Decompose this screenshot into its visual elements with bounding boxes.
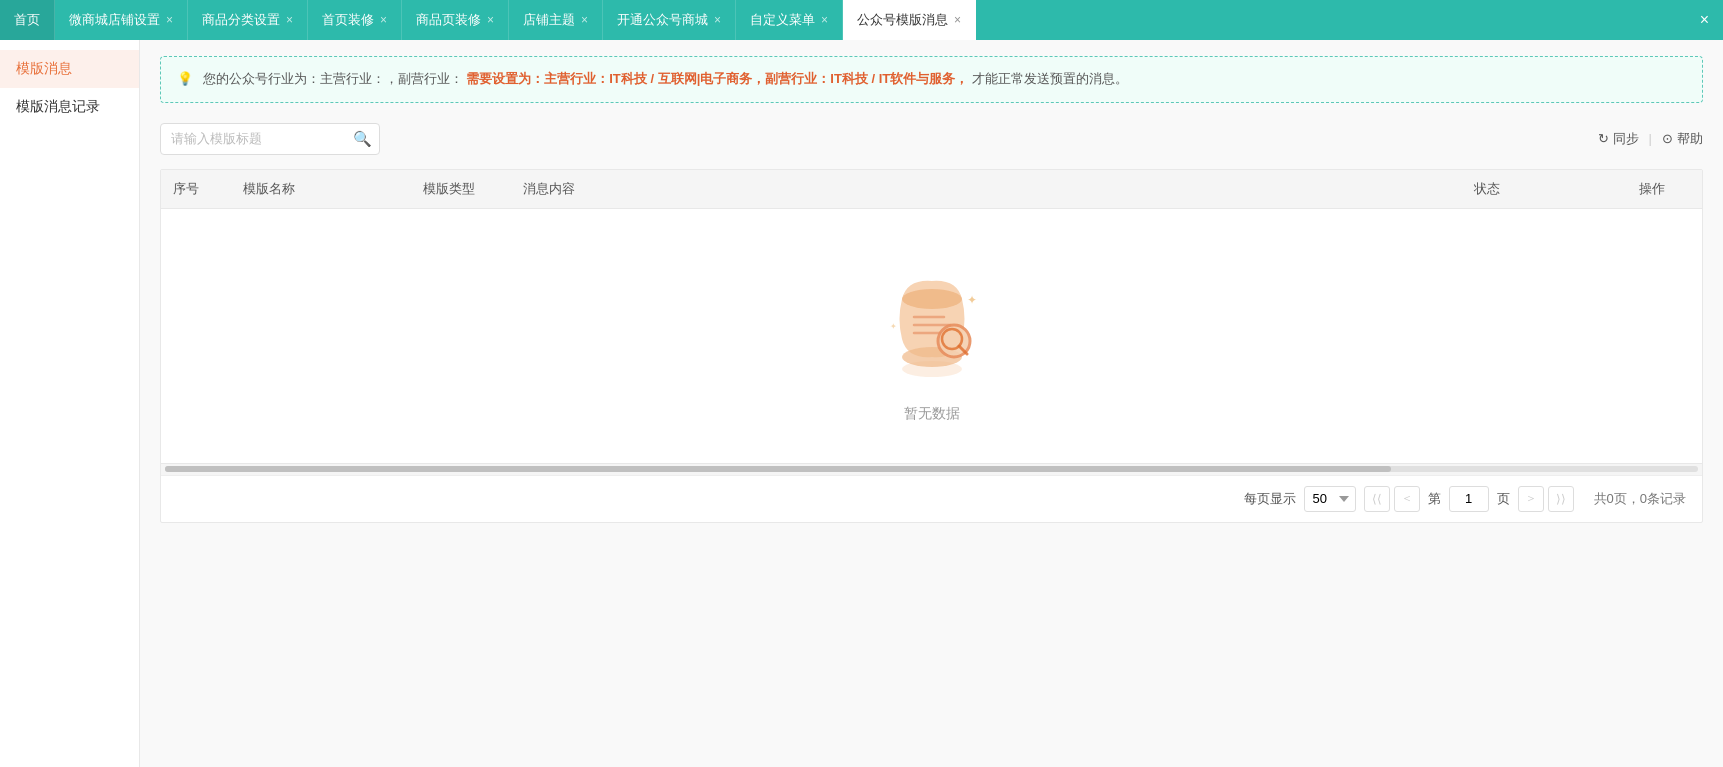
nav-home-decor[interactable]: 首页装修 × (308, 0, 402, 40)
info-banner-suffix: 才能正常发送预置的消息。 (972, 71, 1128, 86)
help-button[interactable]: ⊙ 帮助 (1662, 130, 1703, 148)
help-label: 帮助 (1677, 130, 1703, 148)
nav-shop-theme[interactable]: 店铺主题 × (509, 0, 603, 40)
nav-home-label: 首页 (14, 11, 40, 29)
search-bar: 🔍 ↻ 同步 | ⊙ 帮助 (160, 123, 1703, 155)
svg-text:✦: ✦ (890, 322, 897, 331)
info-banner-prefix: 您的公众号行业为：主营行业：，副营行业： (203, 71, 463, 86)
nav-product-decor-close[interactable]: × (487, 13, 494, 27)
nav-template-msg-close[interactable]: × (954, 13, 961, 27)
sidebar-item-template-msg-label: 模版消息 (16, 60, 72, 76)
sidebar-item-template-msg-record-label: 模版消息记录 (16, 98, 100, 114)
search-input[interactable] (160, 123, 380, 155)
search-button[interactable]: 🔍 (353, 130, 372, 148)
info-banner: 💡 您的公众号行业为：主营行业：，副营行业： 需要设置为：主营行业：IT科技 /… (160, 56, 1703, 103)
nav-open-mall-close[interactable]: × (714, 13, 721, 27)
scrollbar-track (165, 466, 1698, 472)
empty-state-icon: ✦ ✦ (872, 269, 992, 389)
nav-shop-settings-close[interactable]: × (166, 13, 173, 27)
empty-state: ✦ ✦ 暂无数据 (161, 209, 1702, 463)
th-action: 操作 (1602, 170, 1702, 208)
toolbar-right: ↻ 同步 | ⊙ 帮助 (1598, 130, 1703, 148)
nav-close-all-button[interactable]: × (1686, 0, 1723, 40)
page-size-dropdown[interactable]: 50 10 20 100 (1304, 486, 1356, 512)
total-info: 共0页，0条记录 (1594, 490, 1686, 508)
first-page-button[interactable]: ⟨⟨ (1364, 486, 1390, 512)
last-page-button[interactable]: ⟩⟩ (1548, 486, 1574, 512)
nav-shop-theme-close[interactable]: × (581, 13, 588, 27)
th-type: 模版类型 (411, 170, 511, 208)
page-suffix: 页 (1497, 490, 1510, 508)
th-name: 模版名称 (231, 170, 411, 208)
nav-category-settings-close[interactable]: × (286, 13, 293, 27)
nav-shop-settings-label: 微商城店铺设置 (69, 11, 160, 29)
help-icon: ⊙ (1662, 131, 1673, 146)
nav-category-settings-label: 商品分类设置 (202, 11, 280, 29)
page-nav: ⟨⟨ ＜ 第 页 ＞ ⟩⟩ (1364, 486, 1574, 512)
data-table: 序号 模版名称 模版类型 消息内容 状态 操作 (160, 169, 1703, 523)
nav-open-mall[interactable]: 开通公众号商城 × (603, 0, 736, 40)
nav-custom-menu-label: 自定义菜单 (750, 11, 815, 29)
main-content: 💡 您的公众号行业为：主营行业：，副营行业： 需要设置为：主营行业：IT科技 /… (140, 40, 1723, 767)
page-size-select: 50 10 20 100 (1304, 486, 1356, 512)
search-icon: 🔍 (353, 130, 372, 147)
next-page-button[interactable]: ＞ (1518, 486, 1544, 512)
page-label: 第 (1428, 490, 1441, 508)
nav-home[interactable]: 首页 (0, 0, 55, 40)
sidebar-item-template-msg[interactable]: 模版消息 (0, 50, 139, 88)
sync-button[interactable]: ↻ 同步 (1598, 130, 1639, 148)
th-content: 消息内容 (511, 170, 1462, 208)
nav-open-mall-label: 开通公众号商城 (617, 11, 708, 29)
page-input[interactable] (1449, 486, 1489, 512)
table-header: 序号 模版名称 模版类型 消息内容 状态 操作 (161, 170, 1702, 209)
info-icon: 💡 (177, 71, 193, 86)
sync-label: 同步 (1613, 130, 1639, 148)
sidebar-item-template-msg-record[interactable]: 模版消息记录 (0, 88, 139, 126)
nav-home-decor-label: 首页装修 (322, 11, 374, 29)
table-scrollbar[interactable] (161, 463, 1702, 475)
pagination: 每页显示 50 10 20 100 ⟨⟨ ＜ 第 页 ＞ ⟩⟩ (161, 475, 1702, 522)
info-banner-highlight: 需要设置为：主营行业：IT科技 / 互联网|电子商务，副营行业：IT科技 / I… (466, 71, 968, 86)
nav-template-msg-label: 公众号模版消息 (857, 11, 948, 29)
nav-product-decor-label: 商品页装修 (416, 11, 481, 29)
toolbar-divider: | (1649, 131, 1652, 146)
prev-page-button[interactable]: ＜ (1394, 486, 1420, 512)
nav-product-decor[interactable]: 商品页装修 × (402, 0, 509, 40)
nav-template-msg[interactable]: 公众号模版消息 × (843, 0, 976, 40)
svg-point-1 (902, 289, 962, 309)
th-status: 状态 (1462, 170, 1602, 208)
main-layout: 模版消息 模版消息记录 💡 您的公众号行业为：主营行业：，副营行业： 需要设置为… (0, 40, 1723, 767)
search-input-wrap: 🔍 (160, 123, 380, 155)
svg-text:✦: ✦ (967, 293, 977, 307)
sidebar: 模版消息 模版消息记录 (0, 40, 140, 767)
page-size-label: 每页显示 (1244, 490, 1296, 508)
nav-shop-theme-label: 店铺主题 (523, 11, 575, 29)
top-nav: 首页 微商城店铺设置 × 商品分类设置 × 首页装修 × 商品页装修 × 店铺主… (0, 0, 1723, 40)
empty-text: 暂无数据 (904, 405, 960, 423)
nav-category-settings[interactable]: 商品分类设置 × (188, 0, 308, 40)
nav-custom-menu[interactable]: 自定义菜单 × (736, 0, 843, 40)
close-all-icon: × (1700, 11, 1709, 29)
scrollbar-thumb (165, 466, 1391, 472)
sync-icon: ↻ (1598, 131, 1609, 146)
nav-home-decor-close[interactable]: × (380, 13, 387, 27)
nav-custom-menu-close[interactable]: × (821, 13, 828, 27)
th-seq: 序号 (161, 170, 231, 208)
nav-shop-settings[interactable]: 微商城店铺设置 × (55, 0, 188, 40)
